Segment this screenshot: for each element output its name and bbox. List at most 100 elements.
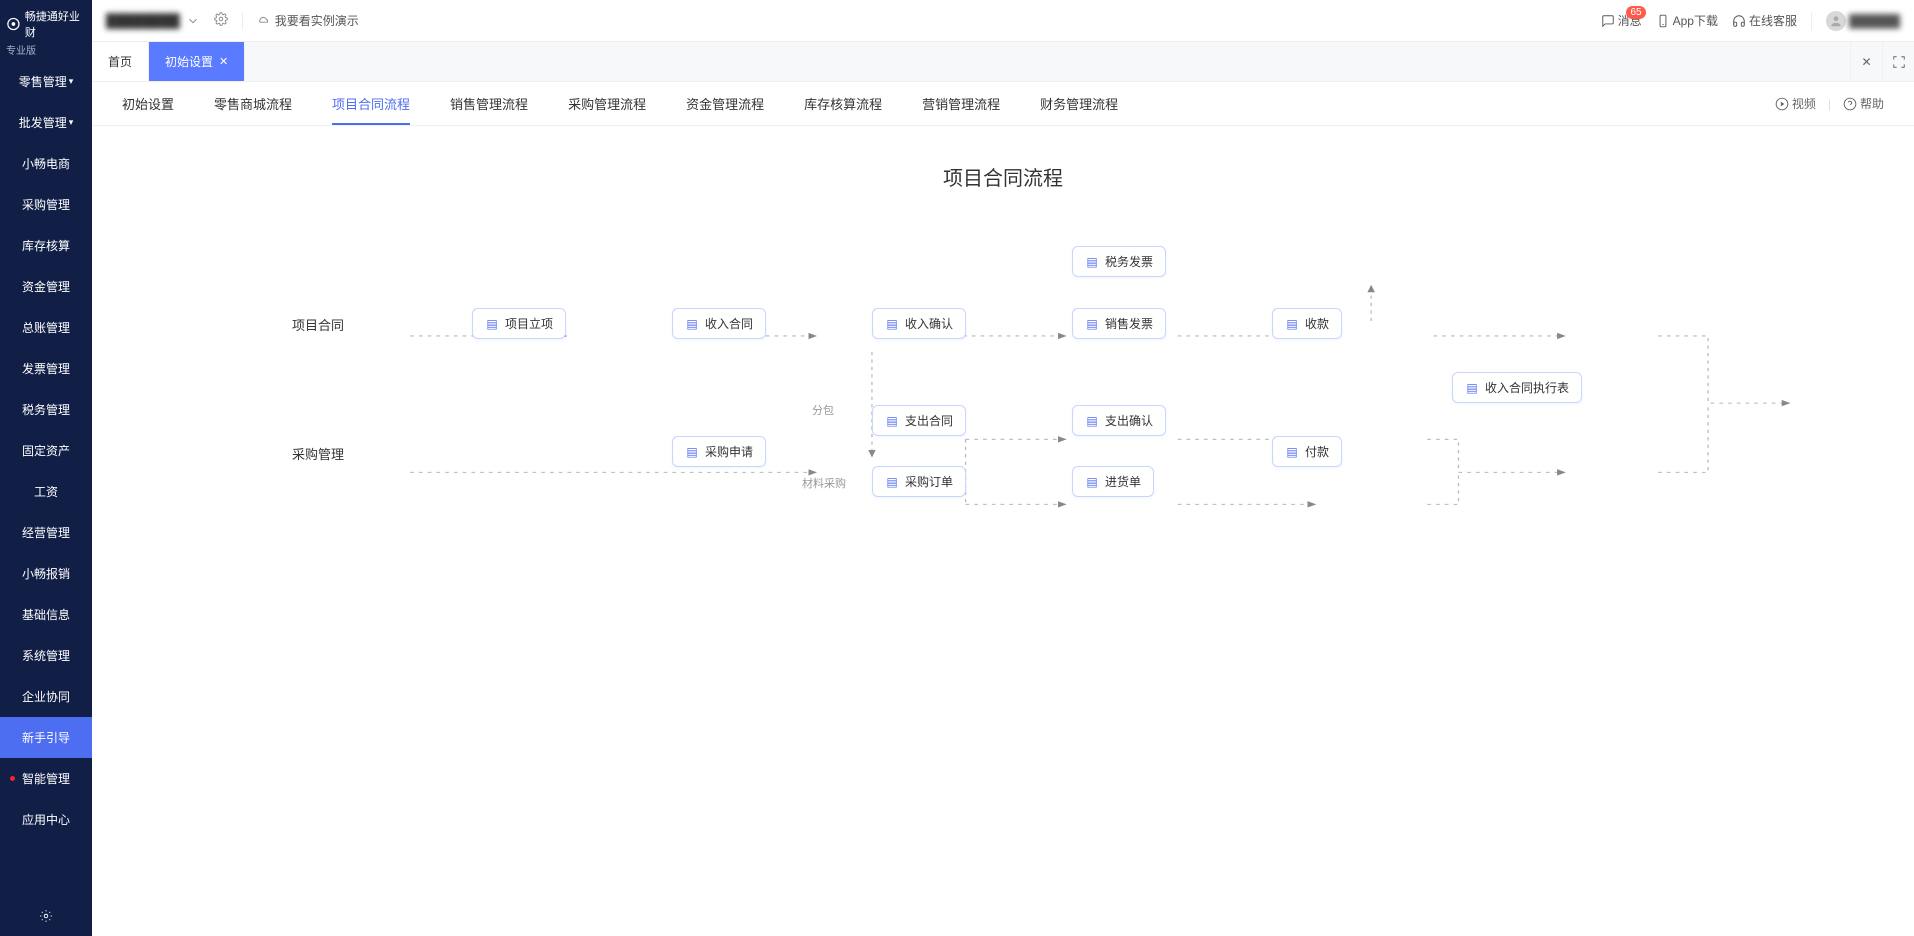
headset-icon	[1732, 14, 1746, 28]
node-receipt[interactable]: ▤收款	[1272, 308, 1342, 339]
subtab-6[interactable]: 库存核算流程	[804, 82, 882, 125]
doc-icon: ▤	[1465, 381, 1479, 395]
close-icon[interactable]: ✕	[219, 55, 228, 68]
phone-icon	[1656, 14, 1670, 28]
fullscreen-button[interactable]	[1882, 42, 1914, 82]
app-edition: 专业版	[6, 42, 86, 57]
messages-button[interactable]: 消息 65	[1601, 12, 1642, 29]
gear-icon	[214, 12, 228, 26]
topbar: ████████ 我要看实例演示 消息 65 App下载 在线客服	[92, 0, 1914, 42]
sidebar-item-8[interactable]: 税务管理	[0, 389, 92, 430]
section-label-purchase: 采购管理	[292, 444, 344, 463]
sidebar-item-18[interactable]: 应用中心	[0, 799, 92, 840]
doc-icon: ▤	[685, 445, 699, 459]
doc-icon: ▤	[1285, 317, 1299, 331]
doc-icon: ▤	[1085, 414, 1099, 428]
node-payment[interactable]: ▤付款	[1272, 436, 1342, 467]
chevron-down-icon: ▾	[69, 76, 74, 87]
sidebar-item-6[interactable]: 总账管理	[0, 307, 92, 348]
sidebar-item-5[interactable]: 资金管理	[0, 266, 92, 307]
sidebar-item-11[interactable]: 经营管理	[0, 512, 92, 553]
settings-button[interactable]	[0, 899, 92, 936]
doc-icon: ▤	[885, 475, 899, 489]
node-income-report[interactable]: ▤收入合同执行表	[1452, 372, 1582, 403]
subtab-2[interactable]: 项目合同流程	[332, 82, 410, 125]
doc-icon: ▤	[885, 414, 899, 428]
main: ████████ 我要看实例演示 消息 65 App下载 在线客服	[92, 0, 1914, 936]
node-expense-confirm[interactable]: ▤支出确认	[1072, 405, 1166, 436]
doc-icon: ▤	[1085, 255, 1099, 269]
doc-icon: ▤	[885, 317, 899, 331]
sidebar-item-12[interactable]: 小畅报销	[0, 553, 92, 594]
node-project-setup[interactable]: ▤项目立项	[472, 308, 566, 339]
sidebar-item-16[interactable]: 新手引导	[0, 717, 92, 758]
doc-icon: ▤	[685, 317, 699, 331]
tab-0[interactable]: 首页	[92, 42, 149, 81]
org-settings-button[interactable]	[214, 12, 228, 29]
sidebar-item-13[interactable]: 基础信息	[0, 594, 92, 635]
node-income-contract[interactable]: ▤收入合同	[672, 308, 766, 339]
sidebar-item-2[interactable]: 小畅电商	[0, 143, 92, 184]
support-button[interactable]: 在线客服	[1732, 12, 1797, 29]
subtab-8[interactable]: 财务管理流程	[1040, 82, 1118, 125]
sidebar-item-14[interactable]: 系统管理	[0, 635, 92, 676]
section-label-project: 项目合同	[292, 315, 344, 334]
logo-icon	[6, 16, 21, 32]
gear-icon	[39, 909, 53, 923]
sidebar-item-17[interactable]: 智能管理	[0, 758, 92, 799]
cloud-icon	[257, 14, 271, 28]
tab-close-button[interactable]: ✕	[1850, 42, 1882, 82]
subtab-0[interactable]: 初始设置	[122, 82, 174, 125]
doc-icon: ▤	[1085, 317, 1099, 331]
avatar-icon	[1826, 11, 1846, 31]
node-purchase-request[interactable]: ▤采购申请	[672, 436, 766, 467]
subtab-4[interactable]: 采购管理流程	[568, 82, 646, 125]
sidebar-item-3[interactable]: 采购管理	[0, 184, 92, 225]
notification-dot	[10, 776, 15, 781]
flow-canvas: 项目合同流程 项目合同 采购管理 分包 材料采购	[92, 126, 1914, 936]
video-link[interactable]: 视频	[1775, 95, 1816, 112]
user-menu[interactable]: ██████	[1826, 11, 1900, 31]
fullscreen-icon	[1892, 55, 1906, 69]
flow-title: 项目合同流程	[943, 162, 1063, 191]
sidebar: 畅捷通好业财 专业版 零售管理▾批发管理▾小畅电商采购管理库存核算资金管理总账管…	[0, 0, 92, 936]
sidebar-item-7[interactable]: 发票管理	[0, 348, 92, 389]
node-expense-contract[interactable]: ▤支出合同	[872, 405, 966, 436]
sidebar-item-1[interactable]: 批发管理▾	[0, 102, 92, 143]
help-icon	[1843, 97, 1857, 111]
subtab-7[interactable]: 营销管理流程	[922, 82, 1000, 125]
subtab-3[interactable]: 销售管理流程	[450, 82, 528, 125]
edge-label-material: 材料采购	[802, 475, 846, 491]
messages-badge: 65	[1626, 6, 1645, 19]
node-tax-invoice[interactable]: ▤税务发票	[1072, 246, 1166, 277]
help-link[interactable]: 帮助	[1843, 95, 1884, 112]
message-icon	[1601, 14, 1615, 28]
subtabs: 初始设置零售商城流程项目合同流程销售管理流程采购管理流程资金管理流程库存核算流程…	[92, 82, 1914, 126]
node-goods-receipt[interactable]: ▤进货单	[1072, 466, 1154, 497]
tab-1[interactable]: 初始设置✕	[149, 42, 245, 81]
doc-icon: ▤	[1085, 475, 1099, 489]
org-selector[interactable]: ████████	[106, 13, 200, 28]
edge-label-subcontract: 分包	[812, 402, 834, 418]
doc-icon: ▤	[1285, 445, 1299, 459]
sidebar-item-15[interactable]: 企业协同	[0, 676, 92, 717]
chevron-down-icon	[186, 14, 200, 28]
app-logo: 畅捷通好业财 专业版	[0, 0, 92, 61]
flow-lines	[92, 126, 1914, 936]
node-purchase-order[interactable]: ▤采购订单	[872, 466, 966, 497]
page-tabs: 首页初始设置✕ ✕	[92, 42, 1914, 82]
sidebar-item-10[interactable]: 工资	[0, 471, 92, 512]
subtab-1[interactable]: 零售商城流程	[214, 82, 292, 125]
node-sales-invoice[interactable]: ▤销售发票	[1072, 308, 1166, 339]
subtab-5[interactable]: 资金管理流程	[686, 82, 764, 125]
app-name: 畅捷通好业财	[25, 8, 86, 40]
play-icon	[1775, 97, 1789, 111]
app-download-button[interactable]: App下载	[1656, 12, 1718, 29]
doc-icon: ▤	[485, 317, 499, 331]
sidebar-item-4[interactable]: 库存核算	[0, 225, 92, 266]
demo-link[interactable]: 我要看实例演示	[257, 12, 359, 29]
node-income-confirm[interactable]: ▤收入确认	[872, 308, 966, 339]
sidebar-item-9[interactable]: 固定资产	[0, 430, 92, 471]
sidebar-item-0[interactable]: 零售管理▾	[0, 61, 92, 102]
chevron-down-icon: ▾	[69, 117, 74, 128]
